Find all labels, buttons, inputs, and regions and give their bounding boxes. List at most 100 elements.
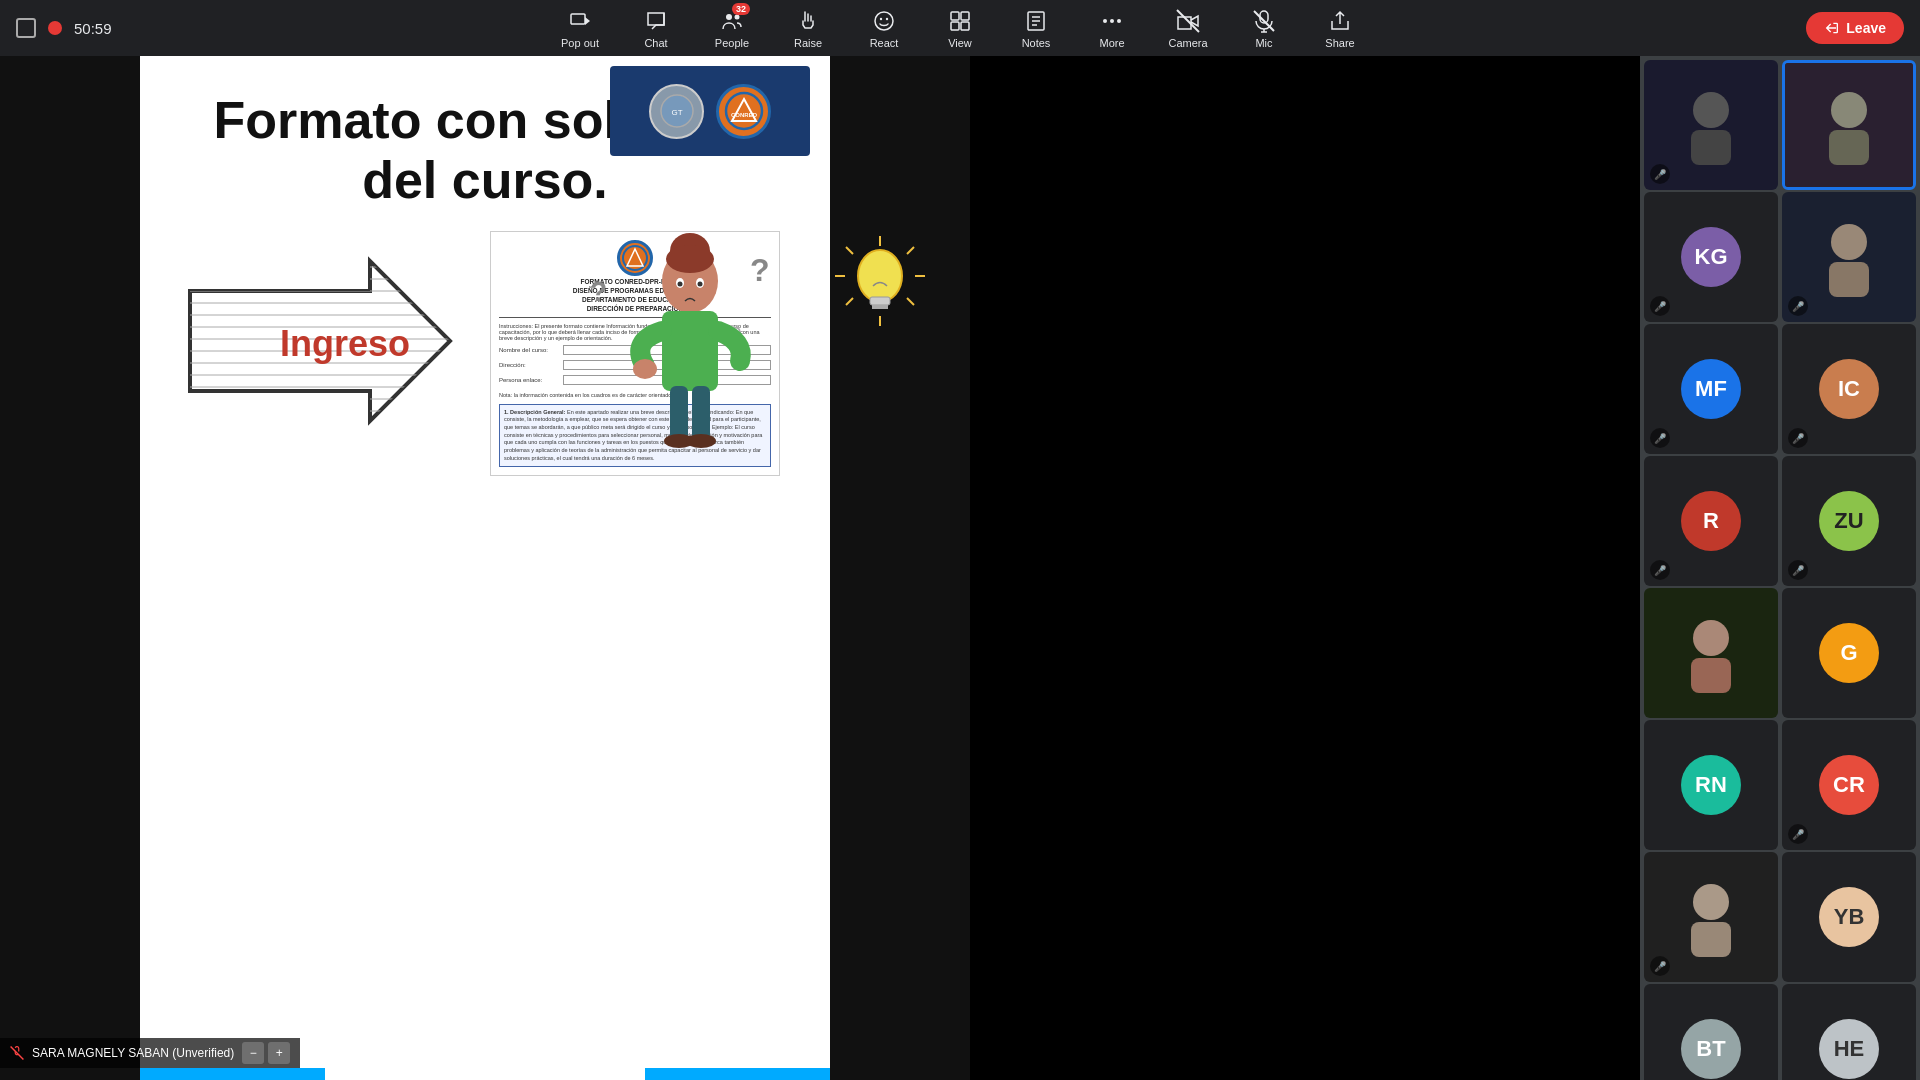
participant-3-mic-icon: 🎤	[1650, 296, 1670, 316]
people-badge: 32	[732, 3, 750, 15]
toolbar: Pop out Chat 32 Peop	[556, 7, 1364, 49]
toolbar-view[interactable]: View	[936, 7, 984, 49]
toolbar-mic[interactable]: Mic	[1240, 7, 1288, 49]
participant-tile-9[interactable]	[1644, 588, 1778, 718]
participant-4-mic-icon: 🎤	[1788, 296, 1808, 316]
toolbar-chat[interactable]: Chat	[632, 7, 680, 49]
participant-row-4: R 🎤 ZU 🎤	[1644, 456, 1916, 586]
svg-rect-81	[1691, 130, 1731, 165]
svg-line-57	[907, 298, 914, 305]
slide-left-border	[0, 56, 140, 1080]
participant-r-avatar: R	[1681, 491, 1741, 551]
view-icon	[946, 7, 974, 35]
participant-tile-15[interactable]: BT	[1644, 984, 1778, 1080]
chat-label: Chat	[644, 37, 667, 49]
participant-tile-7[interactable]: R 🎤	[1644, 456, 1778, 586]
people-icon: 32	[718, 7, 746, 35]
participant-tile-4[interactable]: 🎤	[1782, 192, 1916, 322]
svg-rect-7	[951, 12, 959, 20]
toolbar-popout[interactable]: Pop out	[556, 7, 604, 49]
svg-point-74	[633, 359, 657, 379]
recording-indicator	[48, 21, 62, 35]
svg-rect-85	[1829, 262, 1869, 297]
meeting-timer: 50:59	[74, 20, 112, 37]
toolbar-people[interactable]: 32 People	[708, 7, 756, 49]
svg-point-71	[678, 281, 683, 286]
svg-line-59	[846, 298, 853, 305]
participant-tile-11[interactable]: RN	[1644, 720, 1778, 850]
slide-logo-area: GT CONRED	[610, 66, 810, 156]
svg-point-17	[1117, 19, 1121, 23]
mic-label: Mic	[1255, 37, 1272, 49]
raise-icon	[794, 7, 822, 35]
toolbar-raise[interactable]: Raise	[784, 7, 832, 49]
svg-rect-73	[662, 311, 718, 391]
slide-inner: GT CONRED	[0, 56, 970, 1080]
participant-tile-3[interactable]: KG 🎤	[1644, 192, 1778, 322]
mic-icon	[1250, 7, 1278, 35]
participant-tile-5[interactable]: MF 🎤	[1644, 324, 1778, 454]
toolbar-notes[interactable]: Notes	[1012, 7, 1060, 49]
speaker-controls: − +	[242, 1042, 290, 1064]
participant-ic-avatar: IC	[1819, 359, 1879, 419]
bottom-bar-right	[645, 1068, 830, 1080]
participant-row-3: MF 🎤 IC 🎤	[1644, 324, 1916, 454]
topbar-right: Leave	[1806, 12, 1904, 44]
toolbar-more[interactable]: More	[1088, 7, 1136, 49]
svg-point-86	[1693, 620, 1729, 656]
svg-rect-87	[1691, 658, 1731, 693]
more-label: More	[1099, 37, 1124, 49]
popout-icon	[566, 7, 594, 35]
participant-tile-12[interactable]: CR 🎤	[1782, 720, 1916, 850]
speaker-minus-btn[interactable]: −	[242, 1042, 264, 1064]
participant-tile-2[interactable]	[1782, 60, 1916, 190]
participant-tile-10[interactable]: G	[1782, 588, 1916, 718]
toolbar-share[interactable]: Share	[1316, 7, 1364, 49]
svg-rect-62	[872, 305, 888, 309]
form-field-enlace-label: Persona enlace:	[499, 377, 559, 383]
svg-text:CONRED: CONRED	[730, 112, 757, 118]
participant-tile-8[interactable]: ZU 🎤	[1782, 456, 1916, 586]
participant-tile-1[interactable]: 🎤	[1644, 60, 1778, 190]
participant-rn-avatar: RN	[1681, 755, 1741, 815]
participant-tile-6[interactable]: IC 🎤	[1782, 324, 1916, 454]
toolbar-react[interactable]: React	[860, 7, 908, 49]
svg-rect-76	[692, 386, 710, 441]
share-icon	[1326, 7, 1354, 35]
slide-center: GT CONRED	[140, 56, 830, 1080]
svg-rect-8	[961, 12, 969, 20]
participant-7-mic-icon: 🎤	[1650, 560, 1670, 580]
slide-right-border	[830, 56, 970, 1080]
svg-point-15	[1103, 19, 1107, 23]
svg-point-2	[726, 14, 732, 20]
participant-tile-14[interactable]: YB	[1782, 852, 1916, 982]
svg-line-58	[907, 247, 914, 254]
svg-rect-0	[571, 14, 585, 24]
leave-label: Leave	[1846, 20, 1886, 36]
topbar: 50:59 Pop out Chat	[0, 0, 1920, 56]
notes-label: Notes	[1022, 37, 1051, 49]
participant-row-1: 🎤	[1644, 60, 1916, 190]
svg-rect-75	[670, 386, 688, 441]
svg-point-6	[886, 18, 888, 20]
participant-mf-avatar: MF	[1681, 359, 1741, 419]
participant-kg-avatar: KG	[1681, 227, 1741, 287]
svg-marker-1	[585, 17, 590, 25]
svg-line-79	[11, 1047, 24, 1060]
speaker-label: SARA MAGNELY SABAN (Unverified) − +	[0, 1038, 300, 1068]
participant-12-mic-icon: 🎤	[1788, 824, 1808, 844]
toolbar-camera[interactable]: Camera	[1164, 7, 1212, 49]
svg-point-82	[1831, 92, 1867, 128]
participant-yb-avatar: YB	[1819, 887, 1879, 947]
svg-text:Ingreso: Ingreso	[280, 323, 410, 364]
speaker-plus-btn[interactable]: +	[268, 1042, 290, 1064]
svg-point-84	[1831, 224, 1867, 260]
participant-tile-16[interactable]: HE	[1782, 984, 1916, 1080]
react-label: React	[870, 37, 899, 49]
leave-button[interactable]: Leave	[1806, 12, 1904, 44]
slide-container: GT CONRED	[0, 56, 1640, 1080]
participant-1-mic-icon: 🎤	[1650, 164, 1670, 184]
bottom-bar-left	[140, 1068, 325, 1080]
participant-g-avatar: G	[1819, 623, 1879, 683]
participant-tile-13[interactable]: 🎤	[1644, 852, 1778, 982]
